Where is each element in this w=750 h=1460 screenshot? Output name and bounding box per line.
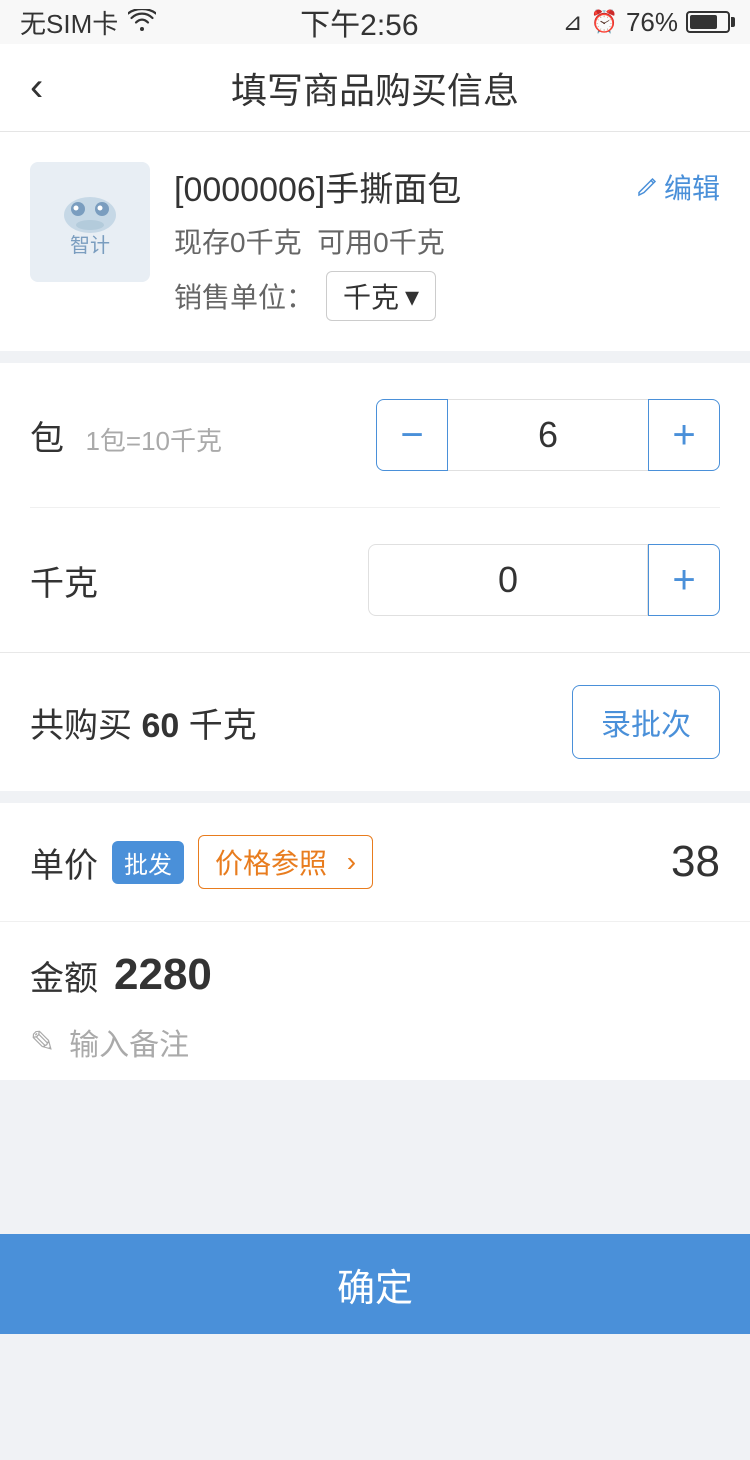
alarm-icon: ⏰ xyxy=(591,9,618,35)
status-bar: 无SIM卡 下午2:56 ⊿ ⏰ 76% xyxy=(0,0,750,44)
qty-section: 包 1包=10千克 − + 千克 + xyxy=(0,363,750,653)
amount-value: 2280 xyxy=(114,950,212,1000)
qty-input-kg[interactable] xyxy=(368,544,648,616)
status-time: 下午2:56 xyxy=(300,0,418,44)
qty-label-kg: 千克 xyxy=(30,556,98,605)
amount-section: 金额 2280 ✎ 输入备注 xyxy=(0,922,750,1080)
price-ref-button[interactable]: 价格参照 › xyxy=(198,835,373,889)
product-section: 智计 [0000006]手撕面包 编辑 现存0千克 可用0千克 销售单位： 千克 xyxy=(0,132,750,363)
edit-button[interactable]: 编辑 xyxy=(636,167,720,207)
unit-selector[interactable]: 千克 ▾ xyxy=(326,271,436,321)
qty-input-bag[interactable] xyxy=(448,399,648,471)
price-section: 单价 批发 价格参照 › 38 xyxy=(0,803,750,922)
batch-button[interactable]: 录批次 xyxy=(572,685,720,759)
total-section: 共购买 60 千克 录批次 xyxy=(0,653,750,803)
qty-row-bag: 包 1包=10千克 − + xyxy=(30,363,720,508)
product-thumbnail: 智计 xyxy=(30,162,150,282)
price-label: 单价 xyxy=(30,838,98,887)
product-thumb-icon: 智计 xyxy=(60,187,120,258)
remark-icon: ✎ xyxy=(30,1025,55,1060)
product-stock: 现存0千克 可用0千克 xyxy=(174,221,720,261)
price-value: 38 xyxy=(671,837,720,887)
product-info: [0000006]手撕面包 编辑 现存0千克 可用0千克 销售单位： 千克 ▾ xyxy=(174,162,720,321)
page-title: 填写商品购买信息 xyxy=(231,62,519,114)
qty-control-kg: + xyxy=(368,544,720,616)
qty-row-kg: 千克 + xyxy=(30,508,720,652)
location-icon: ⊿ xyxy=(562,8,582,37)
remark-label: 输入备注 xyxy=(69,1020,189,1064)
qty-control-bag: − + xyxy=(376,399,720,471)
total-text: 共购买 60 千克 xyxy=(30,698,257,747)
chevron-down-icon: ▾ xyxy=(405,280,419,313)
status-left: 无SIM卡 xyxy=(20,4,156,41)
confirm-button[interactable]: 确定 xyxy=(0,1234,750,1334)
amount-label: 金额 xyxy=(30,951,98,1000)
increment-bag-button[interactable]: + xyxy=(648,399,720,471)
status-right: ⊿ ⏰ 76% xyxy=(562,7,730,38)
carrier-label: 无SIM卡 xyxy=(20,4,118,41)
product-name: [0000006]手撕面包 xyxy=(174,162,461,211)
battery-icon xyxy=(686,11,730,33)
thumb-label: 智计 xyxy=(70,229,110,258)
product-unit-row: 销售单位： 千克 ▾ xyxy=(174,271,720,321)
back-button[interactable]: ‹ xyxy=(30,65,43,110)
amount-row: 金额 2280 xyxy=(30,950,720,1000)
nav-bar: ‹ 填写商品购买信息 xyxy=(0,44,750,132)
increment-kg-button[interactable]: + xyxy=(648,544,720,616)
price-left: 单价 批发 价格参照 › xyxy=(30,835,373,889)
wifi-icon xyxy=(128,7,156,38)
price-badge: 批发 xyxy=(112,841,184,884)
decrement-bag-button[interactable]: − xyxy=(376,399,448,471)
remark-row[interactable]: ✎ 输入备注 xyxy=(30,1020,720,1064)
battery-percent: 76% xyxy=(626,7,678,38)
qty-label-bag: 包 1包=10千克 xyxy=(30,411,222,460)
